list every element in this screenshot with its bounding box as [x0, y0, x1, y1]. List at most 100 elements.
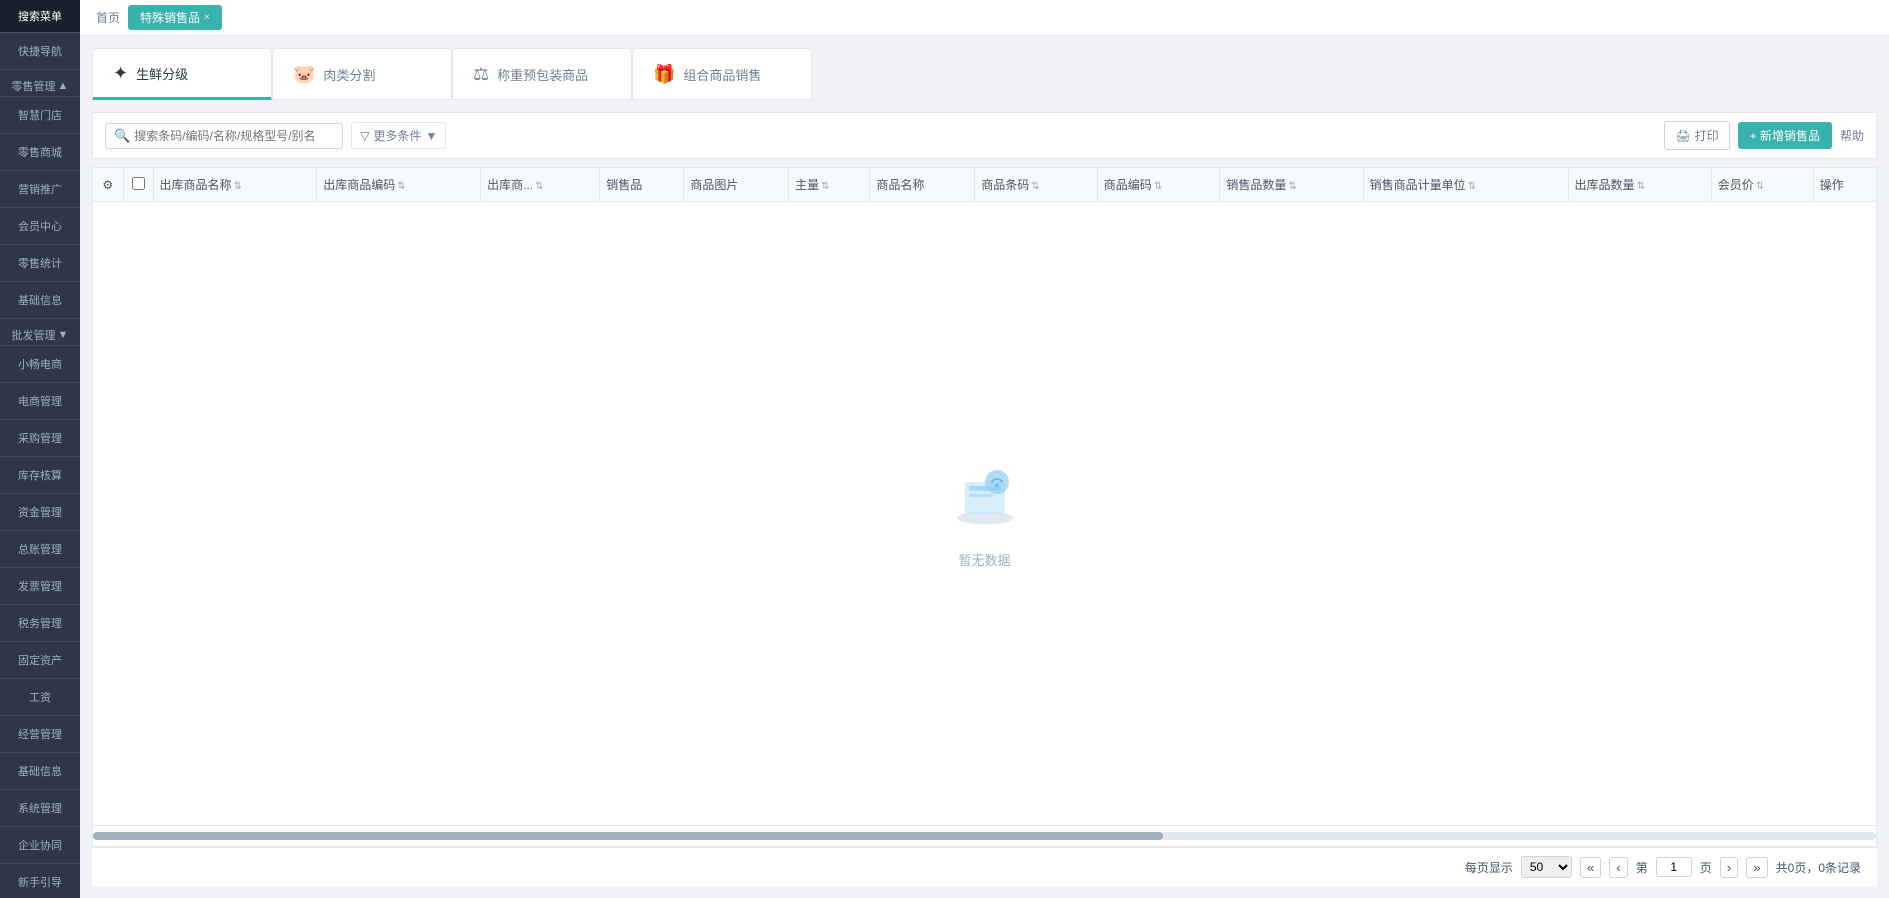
sidebar-item-fixed-assets[interactable]: 固定资产: [0, 642, 80, 679]
sidebar-item-member-center[interactable]: 会员中心: [0, 208, 80, 245]
sidebar-item-retail-mall[interactable]: 零售商城: [0, 134, 80, 171]
sort-sale-unit-icon: ⇅: [1468, 181, 1476, 192]
main-area: 首页 特殊销售品 × ✦ 生鲜分级 🐷 肉类分割 ⚖ 称重预包装商品 🎁 组合商…: [80, 0, 1889, 898]
sidebar-item-finance[interactable]: 资金管理: [0, 494, 80, 531]
col-sale-unit[interactable]: 销售商品计量单位⇅: [1363, 168, 1568, 202]
sidebar-item-wholesale-mgmt[interactable]: 批发管理 ▼: [0, 319, 80, 346]
empty-state: 暂无数据: [93, 202, 1876, 825]
toolbar-right: 🖨 打印 + 新增销售品 帮助: [1664, 121, 1864, 150]
col-out-spec[interactable]: 出库商...⇅: [481, 168, 600, 202]
page-input[interactable]: [1656, 857, 1692, 877]
sidebar-item-retail-stats[interactable]: 零售统计: [0, 245, 80, 282]
col-out-code[interactable]: 出库商品编码⇅: [317, 168, 481, 202]
per-page-select[interactable]: 50 10 20 100: [1521, 856, 1572, 878]
col-out-name[interactable]: 出库商品名称⇅: [153, 168, 317, 202]
active-tab[interactable]: 特殊销售品 ×: [128, 5, 222, 30]
sidebar-item-purchase-mgmt[interactable]: 采购管理: [0, 420, 80, 457]
sort-product-code-icon: ⇅: [1154, 181, 1162, 192]
sidebar-item-ops-mgmt[interactable]: 经营管理: [0, 716, 80, 753]
combo-sales-icon: 🎁: [653, 64, 675, 85]
scrollbar-thumb[interactable]: [93, 832, 1163, 840]
pagination: 每页显示 50 10 20 100 « ‹ 第 页 › » 共0页，0条记录: [92, 847, 1877, 886]
sidebar-logo[interactable]: 搜索菜单: [0, 0, 80, 33]
sidebar-item-new-guide[interactable]: 新手引导: [0, 864, 80, 898]
search-icon: 🔍: [114, 128, 130, 144]
sidebar-item-quick-nav[interactable]: 快捷导航: [0, 33, 80, 70]
sort-sale-qty-icon: ⇅: [1288, 181, 1296, 192]
weight-pack-icon: ⚖: [473, 64, 489, 85]
col-barcode[interactable]: 商品条码⇅: [975, 168, 1098, 202]
sidebar-item-salary[interactable]: 工资: [0, 679, 80, 716]
sidebar-item-inventory[interactable]: 库存核算: [0, 457, 80, 494]
tab-combo-sales[interactable]: 🎁 组合商品销售: [632, 48, 812, 100]
breadcrumb: 首页: [96, 9, 120, 26]
sidebar-item-general-ledger[interactable]: 总账管理: [0, 531, 80, 568]
sort-member-price-icon: ⇅: [1756, 181, 1764, 192]
sidebar-item-smart-store[interactable]: 智慧门店: [0, 97, 80, 134]
tab-weight-pack[interactable]: ⚖ 称重预包装商品: [452, 48, 632, 100]
select-all-checkbox[interactable]: [132, 177, 145, 190]
wholesale-mgmt-arrow-icon: ▼: [58, 329, 69, 341]
sidebar-item-enterprise[interactable]: 企业协同: [0, 827, 80, 864]
first-page-button[interactable]: «: [1580, 857, 1601, 878]
col-ops: 操作: [1813, 168, 1876, 202]
data-table: ⚙ 出库商品名称⇅ 出库商品编码⇅ 出库商...⇅: [92, 167, 1877, 826]
sidebar-item-basic-info[interactable]: 基础信息: [0, 282, 80, 319]
tab-close-icon[interactable]: ×: [204, 12, 210, 23]
last-page-button[interactable]: »: [1746, 857, 1767, 878]
sort-out-code-icon: ⇅: [397, 181, 405, 192]
col-settings[interactable]: ⚙: [93, 168, 123, 202]
meat-cut-icon: 🐷: [293, 64, 315, 85]
filter-icon: ▽: [360, 129, 369, 143]
sidebar-item-ecom-mgmt[interactable]: 电商管理: [0, 383, 80, 420]
sidebar-item-mini-ecom[interactable]: 小畅电商: [0, 346, 80, 383]
horizontal-scrollbar[interactable]: [93, 832, 1876, 840]
prev-page-button[interactable]: ‹: [1609, 857, 1627, 878]
search-box[interactable]: 🔍: [105, 123, 343, 149]
toolbar: 🔍 ▽ 更多条件 ▼ 🖨 打印 + 新增销售品 帮助: [92, 112, 1877, 159]
retail-mgmt-arrow-icon: ▲: [58, 80, 69, 92]
toolbar-left: 🔍 ▽ 更多条件 ▼: [105, 122, 446, 149]
sidebar-item-system-mgmt[interactable]: 系统管理: [0, 790, 80, 827]
total-label: 共0页，0条记录: [1776, 859, 1861, 876]
sidebar-item-tax-mgmt[interactable]: 税务管理: [0, 605, 80, 642]
empty-state-icon: [945, 458, 1025, 538]
tab-meat-cut[interactable]: 🐷 肉类分割: [272, 48, 452, 100]
col-product-img[interactable]: 商品图片: [684, 168, 789, 202]
sidebar-item-invoice-mgmt[interactable]: 发票管理: [0, 568, 80, 605]
tab-fresh-grade[interactable]: ✦ 生鲜分级: [92, 48, 272, 100]
content-area: ✦ 生鲜分级 🐷 肉类分割 ⚖ 称重预包装商品 🎁 组合商品销售 🔍: [80, 36, 1889, 898]
fresh-grade-icon: ✦: [113, 63, 128, 84]
sort-out-qty-icon: ⇅: [1637, 181, 1645, 192]
add-button[interactable]: + 新增销售品: [1738, 122, 1832, 149]
tab-bar: ✦ 生鲜分级 🐷 肉类分割 ⚖ 称重预包装商品 🎁 组合商品销售: [92, 48, 1877, 100]
col-product-name[interactable]: 商品名称: [870, 168, 975, 202]
help-button[interactable]: 帮助: [1840, 127, 1864, 144]
col-out-qty[interactable]: 出库品数量⇅: [1568, 168, 1711, 202]
search-input[interactable]: [134, 129, 334, 143]
sidebar-item-sales-promo[interactable]: 营销推广: [0, 171, 80, 208]
page-unit: 页: [1700, 859, 1712, 876]
col-checkbox[interactable]: [123, 168, 153, 202]
print-button[interactable]: 🖨 打印: [1664, 121, 1729, 150]
per-page-label: 每页显示: [1465, 859, 1513, 876]
sort-out-spec-icon: ⇅: [535, 181, 543, 192]
sidebar-item-basic-info2[interactable]: 基础信息: [0, 753, 80, 790]
topbar: 首页 特殊销售品 ×: [80, 0, 1889, 36]
col-product-code[interactable]: 商品编码⇅: [1097, 168, 1220, 202]
filter-arrow-icon: ▼: [425, 129, 437, 143]
col-sale-qty[interactable]: 销售品数量⇅: [1220, 168, 1363, 202]
col-main-weight[interactable]: 主量⇅: [789, 168, 870, 202]
filter-button[interactable]: ▽ 更多条件 ▼: [351, 122, 446, 149]
sidebar-item-retail-mgmt[interactable]: 零售管理 ▲: [0, 70, 80, 97]
sort-out-name-icon: ⇅: [234, 181, 242, 192]
sort-barcode-icon: ⇅: [1031, 181, 1039, 192]
col-sale-item[interactable]: 销售品: [600, 168, 684, 202]
page-label: 第: [1636, 859, 1648, 876]
next-page-button[interactable]: ›: [1720, 857, 1738, 878]
table-header-row: ⚙ 出库商品名称⇅ 出库商品编码⇅ 出库商...⇅: [93, 168, 1876, 202]
col-member-price[interactable]: 会员价⇅: [1711, 168, 1813, 202]
sort-main-weight-icon: ⇅: [821, 181, 829, 192]
sidebar: 搜索菜单 快捷导航 零售管理 ▲ 智慧门店 零售商城 营销推广 会员中心 零售统…: [0, 0, 80, 898]
print-icon: 🖨: [1675, 129, 1690, 143]
